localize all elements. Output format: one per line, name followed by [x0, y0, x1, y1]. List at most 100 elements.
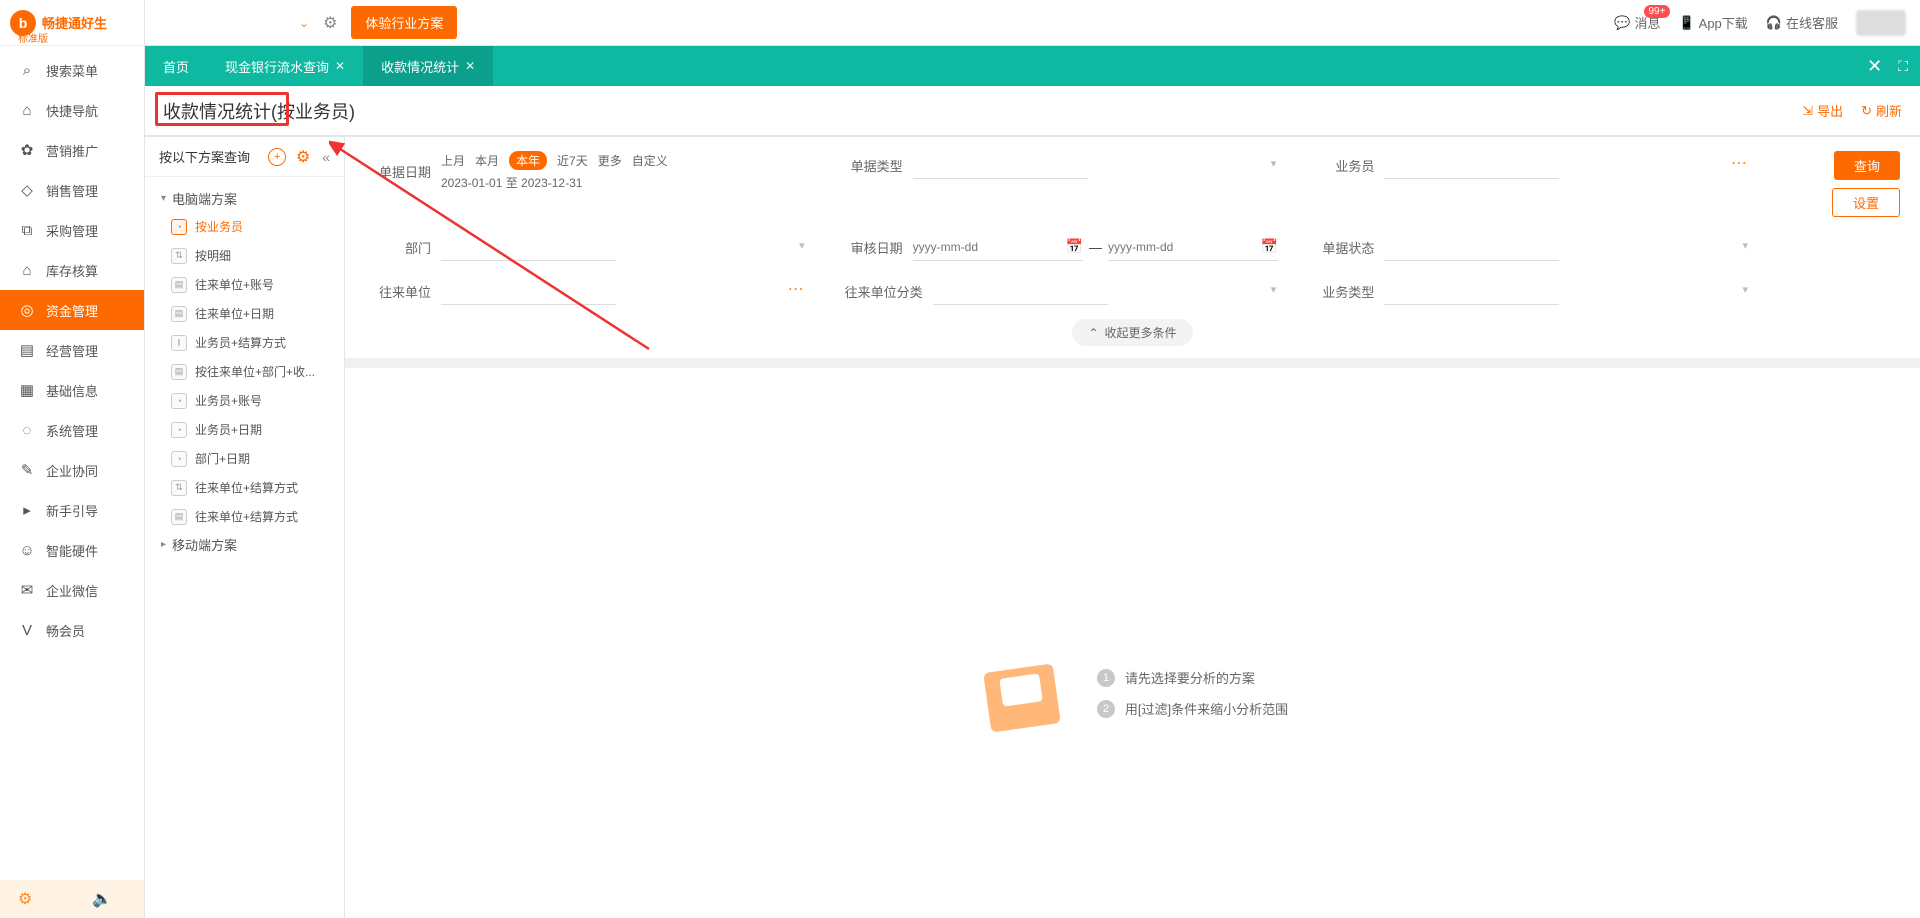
nav-icon: ⧉: [18, 221, 36, 239]
scheme-item[interactable]: ▤往来单位+日期: [159, 299, 344, 328]
partner-category-input[interactable]: [933, 277, 1108, 305]
nav-item-13[interactable]: ✉企业微信: [0, 570, 144, 610]
app-download-button[interactable]: 📱 App下载: [1678, 13, 1747, 32]
nav-item-14[interactable]: V畅会员: [0, 610, 144, 650]
nav-item-8[interactable]: ▦基础信息: [0, 370, 144, 410]
biz-type-input[interactable]: [1384, 277, 1559, 305]
doc-type-label: 单据类型: [837, 156, 903, 175]
scheme-item[interactable]: ⇅按明细: [159, 241, 344, 270]
doc-type-input[interactable]: [913, 151, 1088, 179]
date-tab[interactable]: 本年: [509, 151, 547, 170]
chevron-down-icon: ▾: [1271, 283, 1277, 296]
nav-item-4[interactable]: ⧉采购管理: [0, 210, 144, 250]
refresh-button[interactable]: ↻刷新: [1861, 101, 1902, 120]
scheme-item[interactable]: ◔业务员+日期: [159, 415, 344, 444]
filter-partner: 往来单位 ⋯: [365, 277, 807, 305]
online-service-button[interactable]: 🎧 在线客服: [1766, 13, 1838, 32]
nav-label: 经营管理: [46, 341, 98, 360]
more-icon[interactable]: ⋯: [788, 279, 805, 299]
tab[interactable]: 首页: [145, 46, 207, 86]
nav-item-11[interactable]: ▸新手引导: [0, 490, 144, 530]
scheme-tree: ▾电脑端方案◔按业务员⇅按明细▤往来单位+账号▤往来单位+日期⫾业务员+结算方式…: [145, 177, 344, 566]
scheme-item-label: 按业务员: [195, 218, 243, 235]
tree-group[interactable]: ▾电脑端方案: [145, 185, 344, 212]
calendar-icon[interactable]: 📅: [1066, 238, 1083, 255]
date-tab[interactable]: 自定义: [632, 152, 668, 169]
nav-item-0[interactable]: ⌕搜索菜单: [0, 50, 144, 90]
audit-date-from[interactable]: [913, 233, 1083, 261]
refresh-icon: ↻: [1861, 103, 1872, 119]
close-all-tabs-icon[interactable]: ✕: [1867, 56, 1882, 77]
scheme-settings-icon[interactable]: ⚙: [294, 148, 312, 166]
collapse-filters-button[interactable]: ⌃收起更多条件: [1072, 319, 1192, 346]
query-button[interactable]: 查询: [1834, 151, 1900, 180]
avatar[interactable]: [1856, 10, 1906, 36]
settings-icon[interactable]: ⚙: [18, 889, 32, 909]
scheme-item[interactable]: ◔部门+日期: [159, 444, 344, 473]
sound-icon[interactable]: 🔈: [92, 889, 112, 909]
doc-status-input[interactable]: [1384, 233, 1559, 261]
trial-button[interactable]: 体验行业方案: [351, 6, 457, 39]
scheme-item[interactable]: ◔业务员+账号: [159, 386, 344, 415]
settings-button[interactable]: 设置: [1832, 188, 1900, 217]
page-title: 收款情况统计(按业务员): [163, 98, 355, 124]
date-tab[interactable]: 本月: [475, 152, 499, 169]
scheme-item-icon: ⇅: [171, 480, 187, 496]
add-scheme-icon[interactable]: +: [268, 148, 286, 166]
nav-item-1[interactable]: ⌂快捷导航: [0, 90, 144, 130]
dept-input[interactable]: [441, 233, 616, 261]
nav-item-5[interactable]: ⌂库存核算: [0, 250, 144, 290]
close-icon[interactable]: ✕: [465, 59, 475, 73]
brand-name: 畅捷通好生: [42, 13, 107, 32]
nav-icon: ▤: [18, 341, 36, 359]
tab-label: 收款情况统计: [381, 57, 459, 76]
date-tab[interactable]: 上月: [441, 152, 465, 169]
scheme-item[interactable]: ◔按业务员: [159, 212, 344, 241]
salesman-input[interactable]: [1384, 151, 1559, 179]
export-icon: ⇲: [1802, 103, 1813, 119]
messages-button[interactable]: 💬 消息 99+: [1614, 13, 1660, 32]
results-area: 1请先选择要分析的方案 2用[过滤]条件来缩小分析范围: [345, 358, 1920, 918]
nav-icon: ✉: [18, 581, 36, 599]
nav-item-10[interactable]: ✎企业协同: [0, 450, 144, 490]
partner-input[interactable]: [441, 277, 616, 305]
filters-area: 单据日期 上月本月本年近7天更多自定义 2023-01-01 至 2023-12…: [345, 137, 1920, 918]
date-tab[interactable]: 更多: [598, 152, 622, 169]
nav-item-12[interactable]: ☺智能硬件: [0, 530, 144, 570]
fullscreen-icon[interactable]: ⛶: [1898, 58, 1908, 75]
audit-date-to[interactable]: [1108, 233, 1278, 261]
nav-label: 营销推广: [46, 141, 98, 160]
scheme-item-icon: ⫾: [171, 335, 187, 351]
close-icon[interactable]: ✕: [335, 59, 345, 73]
scheme-panel: 按以下方案查询 + ⚙ « ▾电脑端方案◔按业务员⇅按明细▤往来单位+账号▤往来…: [145, 137, 345, 918]
collapse-panel-icon[interactable]: «: [322, 149, 330, 165]
nav-label: 搜索菜单: [46, 61, 98, 80]
nav-item-3[interactable]: ◇销售管理: [0, 170, 144, 210]
more-icon[interactable]: ⋯: [1731, 153, 1748, 173]
tab[interactable]: 收款情况统计 ✕: [363, 46, 493, 86]
export-button[interactable]: ⇲导出: [1802, 101, 1843, 120]
nav-label: 系统管理: [46, 421, 98, 440]
calendar-icon[interactable]: 📅: [1261, 238, 1278, 255]
nav-item-2[interactable]: ✿营销推广: [0, 130, 144, 170]
scheme-item[interactable]: ⇅ 往来单位+结算方式: [159, 473, 344, 502]
tree-group[interactable]: ▸移动端方案: [145, 531, 344, 558]
scheme-item-label: 往来单位+结算方式: [195, 479, 298, 496]
scheme-item-icon: ◔: [171, 422, 187, 438]
filter-dept: 部门 ▾: [365, 233, 807, 261]
scheme-item-label: 部门+日期: [195, 450, 250, 467]
chevron-down-icon: ▾: [1742, 283, 1748, 296]
gear-icon[interactable]: ⚙: [323, 13, 337, 33]
date-tab[interactable]: 近7天: [557, 152, 588, 169]
nav-label: 畅会员: [46, 621, 85, 640]
scheme-item[interactable]: ▤按往来单位+部门+收...: [159, 357, 344, 386]
scheme-item[interactable]: ▤往来单位+账号: [159, 270, 344, 299]
nav-item-9[interactable]: ◌系统管理: [0, 410, 144, 450]
nav-item-6[interactable]: ◎资金管理: [0, 290, 144, 330]
tab[interactable]: 现金银行流水查询✕: [207, 46, 363, 86]
scheme-item[interactable]: ▤往来单位+结算方式: [159, 502, 344, 531]
partner-label: 往来单位: [365, 282, 431, 301]
nav-item-7[interactable]: ▤ 经营管理: [0, 330, 144, 370]
company-dropdown-icon[interactable]: ⌄: [299, 16, 309, 30]
scheme-item[interactable]: ⫾业务员+结算方式: [159, 328, 344, 357]
